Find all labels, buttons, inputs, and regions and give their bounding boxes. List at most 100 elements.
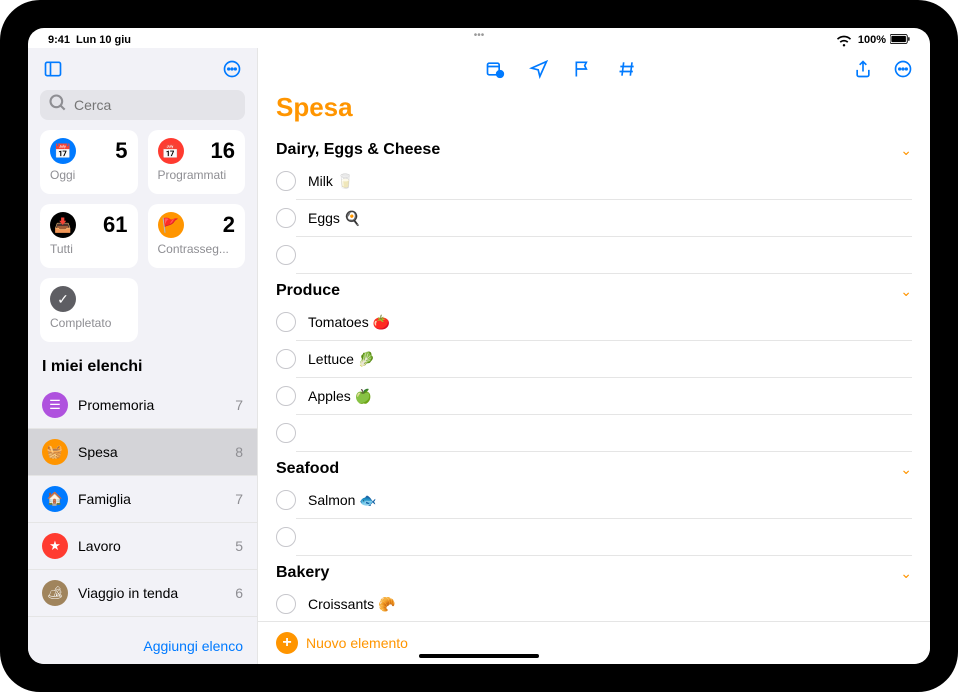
smart-icon: 🚩 bbox=[158, 212, 184, 238]
status-battery: 100% bbox=[858, 34, 886, 46]
item-text[interactable]: Eggs 🍳 bbox=[308, 210, 361, 227]
status-date: Lun 10 giu bbox=[76, 34, 131, 46]
smart-label: Tutti bbox=[50, 242, 128, 256]
sidebar-toggle-button[interactable] bbox=[40, 56, 66, 82]
section-header[interactable]: Bakery ⌄ bbox=[276, 556, 912, 586]
add-list-button[interactable]: Aggiungi elenco bbox=[28, 628, 257, 664]
reminder-item[interactable] bbox=[296, 519, 912, 556]
list-row-viaggio-in-tenda[interactable]: 🏕 Viaggio in tenda 6 bbox=[28, 570, 257, 617]
radio-button[interactable] bbox=[276, 594, 296, 614]
new-item-button[interactable]: + Nuovo elemento bbox=[258, 621, 930, 664]
search-input[interactable] bbox=[74, 97, 255, 113]
item-text[interactable]: Tomatoes 🍅 bbox=[308, 314, 390, 331]
item-text[interactable]: Apples 🍏 bbox=[308, 388, 372, 405]
smart-label: Oggi bbox=[50, 168, 128, 182]
list-row-famiglia[interactable]: 🏠 Famiglia 7 bbox=[28, 476, 257, 523]
list-icon: ☰ bbox=[42, 392, 68, 418]
smart-icon: ✓ bbox=[50, 286, 76, 312]
multitasking-dots: ••• bbox=[474, 30, 485, 41]
smart-label: Contrasseg... bbox=[158, 242, 236, 256]
smart-card-oggi[interactable]: 📅 5 Oggi bbox=[40, 130, 138, 194]
flag-button[interactable] bbox=[570, 56, 596, 82]
main-more-button[interactable] bbox=[890, 56, 916, 82]
my-lists-header: I miei elenchi bbox=[28, 352, 257, 382]
section-title: Dairy, Eggs & Cheese bbox=[276, 141, 440, 159]
more-options-button[interactable] bbox=[219, 56, 245, 82]
list-icon: 🏕 bbox=[42, 580, 68, 606]
list-icon: 🧺 bbox=[42, 439, 68, 465]
list-icon: ★ bbox=[42, 533, 68, 559]
list-count: 8 bbox=[235, 444, 243, 460]
smart-card-tutti[interactable]: 📥 61 Tutti bbox=[40, 204, 138, 268]
reminder-item[interactable]: Apples 🍏 bbox=[296, 378, 912, 415]
list-count: 7 bbox=[235, 491, 243, 507]
section-header[interactable]: Produce ⌄ bbox=[276, 274, 912, 304]
reminder-item[interactable]: Croissants 🥐 bbox=[296, 586, 912, 621]
reminder-item[interactable] bbox=[296, 415, 912, 452]
smart-card-contrasseg[interactable]: 🚩 2 Contrasseg... bbox=[148, 204, 246, 268]
chevron-down-icon[interactable]: ⌄ bbox=[900, 142, 912, 159]
smart-count: 16 bbox=[211, 138, 235, 164]
list-name: Famiglia bbox=[78, 491, 235, 507]
reminder-item[interactable]: Milk 🥛 bbox=[296, 163, 912, 200]
item-text[interactable]: Salmon 🐟 bbox=[308, 492, 377, 509]
plus-icon: + bbox=[276, 632, 298, 654]
section-title: Produce bbox=[276, 282, 340, 300]
list-count: 5 bbox=[235, 538, 243, 554]
chevron-down-icon[interactable]: ⌄ bbox=[900, 565, 912, 582]
list-row-spesa[interactable]: 🧺 Spesa 8 bbox=[28, 429, 257, 476]
home-indicator[interactable] bbox=[419, 654, 539, 658]
radio-button[interactable] bbox=[276, 386, 296, 406]
item-text[interactable]: Lettuce 🥬 bbox=[308, 351, 375, 368]
list-count: 7 bbox=[235, 397, 243, 413]
section-title: Seafood bbox=[276, 460, 339, 478]
calendar-badge-button[interactable]: + bbox=[482, 56, 508, 82]
radio-button[interactable] bbox=[276, 171, 296, 191]
list-name: Promemoria bbox=[78, 397, 235, 413]
list-count: 6 bbox=[235, 585, 243, 601]
section-title: Bakery bbox=[276, 564, 329, 582]
smart-icon: 📥 bbox=[50, 212, 76, 238]
smart-count: 61 bbox=[103, 212, 127, 238]
share-button[interactable] bbox=[850, 56, 876, 82]
item-text[interactable]: Croissants 🥐 bbox=[308, 596, 395, 613]
smart-count: 5 bbox=[115, 138, 127, 164]
radio-button[interactable] bbox=[276, 312, 296, 332]
smart-icon: 📅 bbox=[158, 138, 184, 164]
smart-label: Completato bbox=[50, 316, 128, 330]
status-time: 9:41 bbox=[48, 34, 70, 46]
smart-count: 2 bbox=[223, 212, 235, 238]
reminder-item[interactable] bbox=[296, 237, 912, 274]
list-title: Spesa bbox=[258, 90, 930, 133]
list-icon: 🏠 bbox=[42, 486, 68, 512]
section-header[interactable]: Dairy, Eggs & Cheese ⌄ bbox=[276, 133, 912, 163]
section-header[interactable]: Seafood ⌄ bbox=[276, 452, 912, 482]
list-name: Lavoro bbox=[78, 538, 235, 554]
radio-button[interactable] bbox=[276, 490, 296, 510]
radio-button[interactable] bbox=[276, 527, 296, 547]
reminder-item[interactable]: Lettuce 🥬 bbox=[296, 341, 912, 378]
smart-label: Programmati bbox=[158, 168, 236, 182]
smart-icon: 📅 bbox=[50, 138, 76, 164]
item-text[interactable]: Milk 🥛 bbox=[308, 173, 354, 190]
list-row-lavoro[interactable]: ★ Lavoro 5 bbox=[28, 523, 257, 570]
chevron-down-icon[interactable]: ⌄ bbox=[900, 461, 912, 478]
radio-button[interactable] bbox=[276, 423, 296, 443]
list-name: Viaggio in tenda bbox=[78, 585, 235, 601]
reminder-item[interactable]: Salmon 🐟 bbox=[296, 482, 912, 519]
smart-card-programmati[interactable]: 📅 16 Programmati bbox=[148, 130, 246, 194]
radio-button[interactable] bbox=[276, 349, 296, 369]
list-name: Spesa bbox=[78, 444, 235, 460]
reminder-item[interactable]: Tomatoes 🍅 bbox=[296, 304, 912, 341]
radio-button[interactable] bbox=[276, 245, 296, 265]
list-row-promemoria[interactable]: ☰ Promemoria 7 bbox=[28, 382, 257, 429]
tag-button[interactable] bbox=[614, 56, 640, 82]
radio-button[interactable] bbox=[276, 208, 296, 228]
location-button[interactable] bbox=[526, 56, 552, 82]
chevron-down-icon[interactable]: ⌄ bbox=[900, 283, 912, 300]
reminder-item[interactable]: Eggs 🍳 bbox=[296, 200, 912, 237]
new-item-label: Nuovo elemento bbox=[306, 635, 408, 651]
search-icon bbox=[48, 93, 68, 118]
smart-card-completato[interactable]: ✓ Completato bbox=[40, 278, 138, 342]
search-box[interactable] bbox=[40, 90, 245, 120]
